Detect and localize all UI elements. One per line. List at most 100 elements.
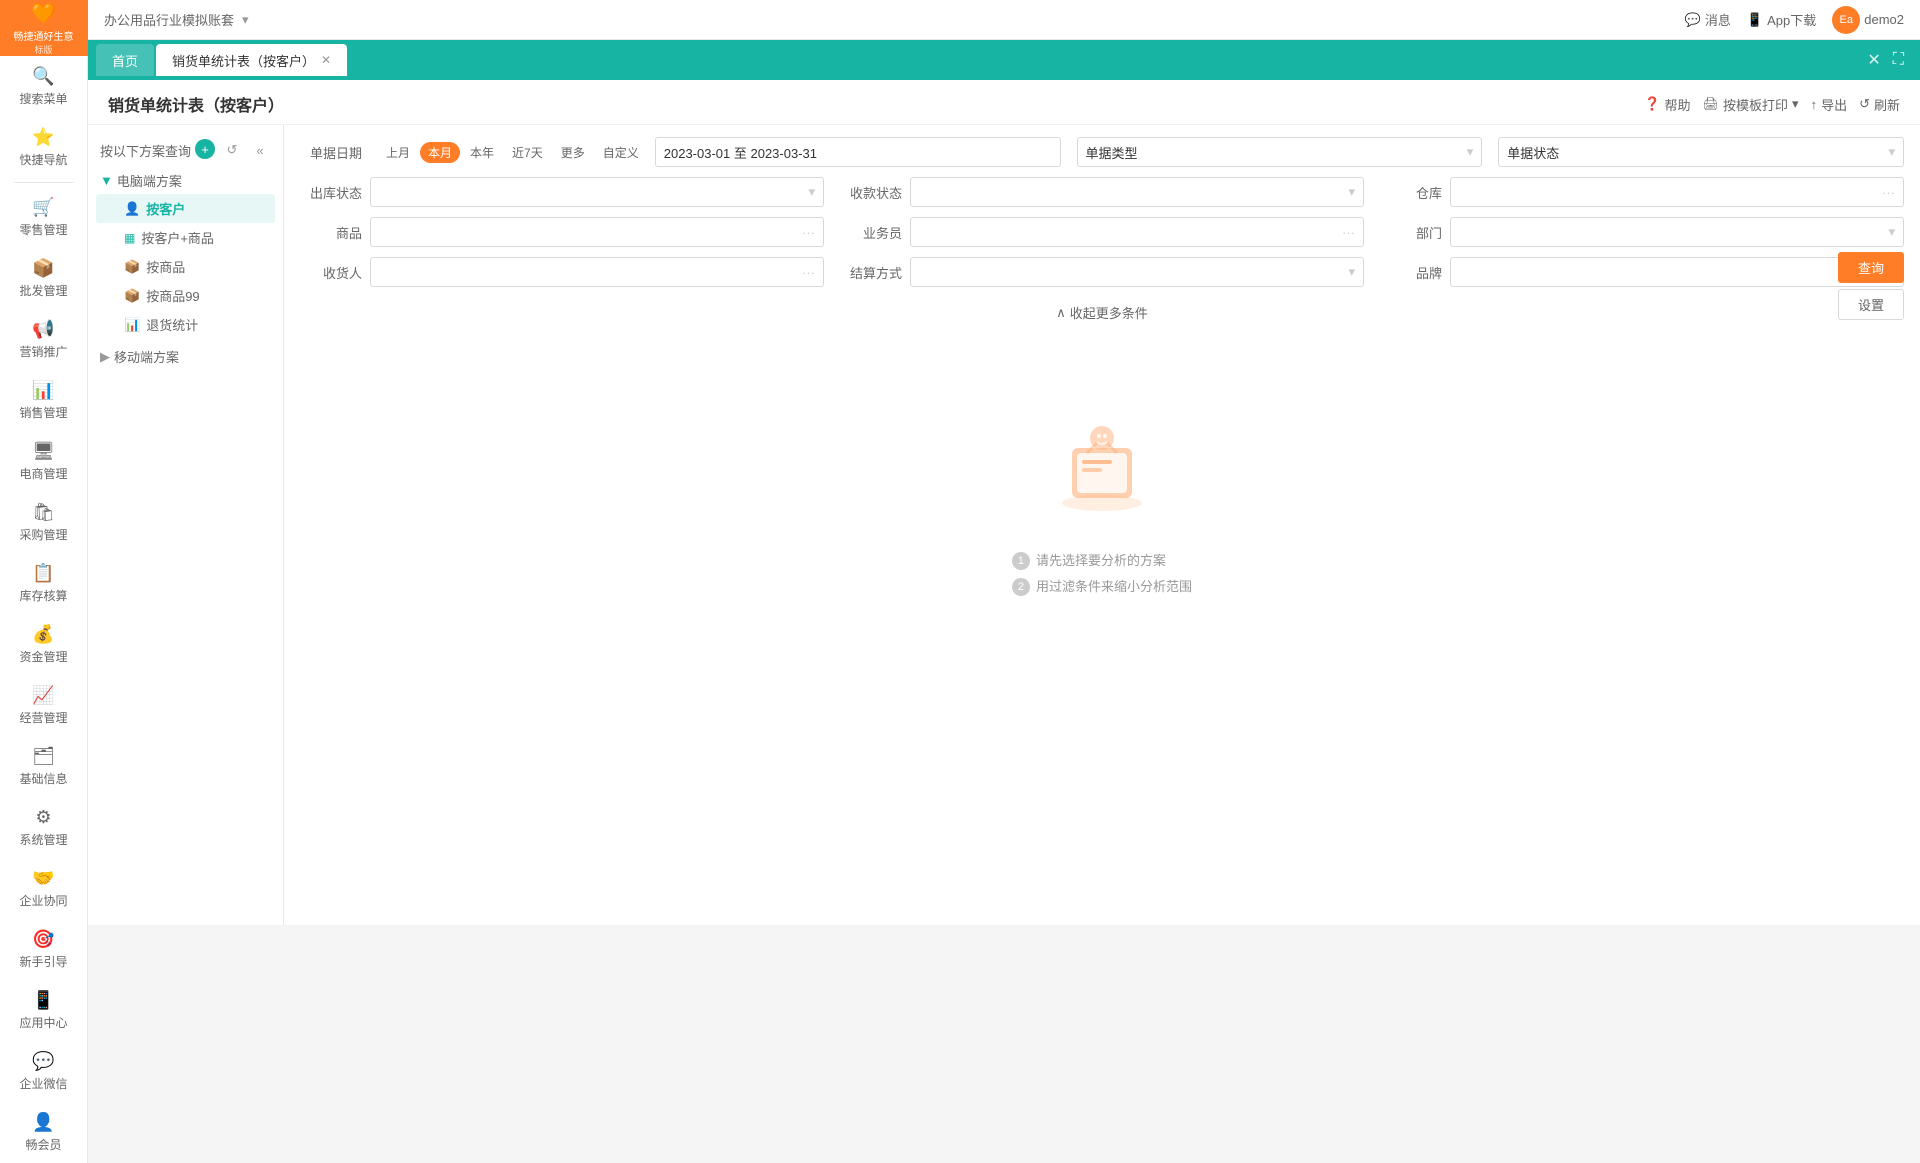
app-download-btn[interactable]: 📱 App下载 (1747, 10, 1816, 29)
order-type-input[interactable]: 单据类型 ▾ (1077, 137, 1483, 167)
export-label: 导出 (1821, 95, 1847, 114)
tab-home-label: 首页 (112, 51, 138, 70)
date-filter-row: 单据日期 上月 本月 本年 近7天 更多 自定义 2023-03-01 至 20… (300, 137, 1904, 167)
date-tab-last-month[interactable]: 上月 (378, 142, 418, 163)
help-label: 帮助 (1664, 95, 1690, 114)
sidebar-item-appcenter[interactable]: 📱 应用中心 (0, 980, 88, 1041)
main-area: 办公用品行业模拟账套 ▾ 💬 消息 📱 App下载 Ea demo2 首页 销货… (88, 0, 1920, 1163)
brand-input[interactable]: ··· (1450, 257, 1904, 287)
tab-bar: 首页 销货单统计表（按客户） ✕ ✕ ⛶ (88, 40, 1920, 80)
box2-icon: 📦 (124, 288, 140, 304)
date-tab-this-year[interactable]: 本年 (462, 142, 502, 163)
tab-home[interactable]: 首页 (96, 44, 154, 76)
dept-dropdown: ▾ (1888, 224, 1895, 240)
sidebar-item-inventory[interactable]: 📋 库存核算 (0, 553, 88, 614)
date-tab-custom[interactable]: 自定义 (595, 142, 647, 163)
brand-label: 品牌 (1380, 263, 1450, 282)
warehouse-label: 仓库 (1380, 183, 1450, 202)
scheme-group-desktop-header[interactable]: ▼ 电脑端方案 (96, 167, 275, 194)
page-title: 销货单统计表（按客户） (108, 92, 284, 116)
template-print-label: 按模板打印 (1723, 95, 1788, 114)
sidebar-item-quicknav[interactable]: ⭐ 快捷导航 (0, 117, 88, 178)
divider (14, 182, 74, 183)
star-icon: ⭐ (32, 127, 54, 148)
date-tab-more[interactable]: 更多 (553, 142, 593, 163)
salesman-input[interactable]: ··· (910, 217, 1364, 247)
sidebar-item-label: 畅会员 (25, 1136, 61, 1153)
sidebar-item-purchase[interactable]: 🛍 采购管理 (0, 492, 88, 553)
scheme-item-by-customer-product[interactable]: ▦ 按客户+商品 (96, 223, 275, 252)
sidebar-item-retail[interactable]: 🛒 零售管理 (0, 187, 88, 248)
date-range-input[interactable]: 2023-03-01 至 2023-03-31 (655, 137, 1061, 167)
scheme-item-return-stat[interactable]: 📊 退货统计 (96, 310, 275, 339)
sidebar-item-cooperation[interactable]: 🤝 企业协同 (0, 858, 88, 919)
left-panel: 按以下方案查询 + ↺ « ▼ 电脑端方案 👤 (88, 125, 284, 925)
sidebar-item-wholesale[interactable]: 📦 批发管理 (0, 248, 88, 309)
sidebar-item-newguide[interactable]: 🎯 新手引导 (0, 919, 88, 980)
group-label: 电脑端方案 (117, 171, 182, 190)
collapse-panel-btn[interactable]: « (249, 139, 271, 161)
receipt-status-label: 收款状态 (840, 183, 910, 202)
scheme-item-by-product-99[interactable]: 📦 按商品99 (96, 281, 275, 310)
sidebar-item-member[interactable]: 👤 畅会员 (0, 1102, 88, 1163)
receiver-input[interactable]: ··· (370, 257, 824, 287)
tab-close-right-icon[interactable]: ✕ (1863, 50, 1884, 70)
product-label: 商品 (300, 223, 370, 242)
export-btn[interactable]: ↑ 导出 (1811, 95, 1848, 114)
dept-cell: 部门 ▾ (1380, 217, 1904, 247)
collapse-bar[interactable]: ∧ 收起更多条件 (300, 297, 1904, 328)
scheme-item-by-product[interactable]: 📦 按商品 (96, 252, 275, 281)
message-btn[interactable]: 💬 消息 (1685, 10, 1731, 29)
app-download-label: App下载 (1767, 10, 1816, 29)
cooperation-icon: 🤝 (32, 868, 54, 889)
tab-close-icon[interactable]: ✕ (321, 53, 331, 67)
sidebar-item-basics[interactable]: 🗂 基础信息 (0, 736, 88, 797)
sidebar-item-finance[interactable]: 💰 资金管理 (0, 614, 88, 675)
date-tab-last-7days[interactable]: 近7天 (504, 142, 551, 163)
app-name: 畅捷通好生意 (14, 28, 74, 43)
tab-sales-stat[interactable]: 销货单统计表（按客户） ✕ (156, 44, 347, 76)
receipt-status-dropdown: ▾ (1348, 184, 1355, 200)
sidebar-item-search[interactable]: 🔍 搜索菜单 (0, 56, 88, 117)
sidebar-item-label: 库存核算 (19, 587, 67, 604)
query-button[interactable]: 查询 (1838, 252, 1904, 283)
date-tabs: 上月 本月 本年 近7天 更多 自定义 (378, 142, 647, 163)
warehouse-input[interactable]: ··· (1450, 177, 1904, 207)
tab-maximize-icon[interactable]: ⛶ (1885, 51, 1912, 69)
template-print-btn[interactable]: 🖨 按模板打印 ▾ (1703, 95, 1799, 114)
add-scheme-btn[interactable]: + (195, 139, 215, 159)
user-profile[interactable]: Ea demo2 (1832, 6, 1904, 34)
settings-button[interactable]: 设置 (1838, 289, 1904, 320)
order-status-dropdown: ▾ (1888, 144, 1895, 160)
out-status-input[interactable]: ▾ (370, 177, 824, 207)
sidebar-item-system[interactable]: ⚙ 系统管理 (0, 797, 88, 858)
page-actions: ❓ 帮助 🖨 按模板打印 ▾ ↑ 导出 ↺ 刷新 (1644, 95, 1900, 114)
empty-hints: 1 请先选择要分析的方案 2 用过滤条件来缩小分析范围 (1012, 548, 1192, 600)
scheme-group-mobile-header[interactable]: ▶ 移动端方案 (96, 343, 275, 370)
scheme-item-label: 退货统计 (146, 315, 198, 334)
order-type-dropdown: ▾ (1467, 144, 1474, 160)
product-input[interactable]: ··· (370, 217, 824, 247)
refresh-scheme-btn[interactable]: ↺ (221, 139, 243, 161)
help-btn[interactable]: ❓ 帮助 (1644, 95, 1690, 114)
date-tab-this-month[interactable]: 本月 (420, 142, 460, 163)
refresh-btn[interactable]: ↺ 刷新 (1859, 95, 1900, 114)
sidebar-item-operation[interactable]: 📈 经营管理 (0, 675, 88, 736)
sidebar-item-sales[interactable]: 📊 销售管理 (0, 370, 88, 431)
sidebar-item-marketing[interactable]: 📢 营销推广 (0, 309, 88, 370)
dept-input[interactable]: ▾ (1450, 217, 1904, 247)
receipt-status-cell: 收款状态 ▾ (840, 177, 1364, 207)
dropdown-icon[interactable]: ▾ (242, 12, 249, 28)
left-panel-title: 按以下方案查询 (100, 141, 191, 160)
sidebar-item-corpwechat[interactable]: 💬 企业微信 (0, 1041, 88, 1102)
search-icon: 🔍 (32, 66, 54, 87)
sidebar-item-ecommerce[interactable]: 🖥 电商管理 (0, 431, 88, 492)
hint-text-2: 用过滤条件来缩小分析范围 (1036, 574, 1192, 600)
settlement-input[interactable]: ▾ (910, 257, 1364, 287)
scheme-item-label: 按客户 (146, 199, 185, 218)
scheme-item-label: 按客户+商品 (141, 228, 214, 247)
refresh-label: 刷新 (1874, 95, 1900, 114)
receipt-status-input[interactable]: ▾ (910, 177, 1364, 207)
scheme-item-by-customer[interactable]: 👤 按客户 (96, 194, 275, 223)
order-status-input[interactable]: 单据状态 ▾ (1498, 137, 1904, 167)
